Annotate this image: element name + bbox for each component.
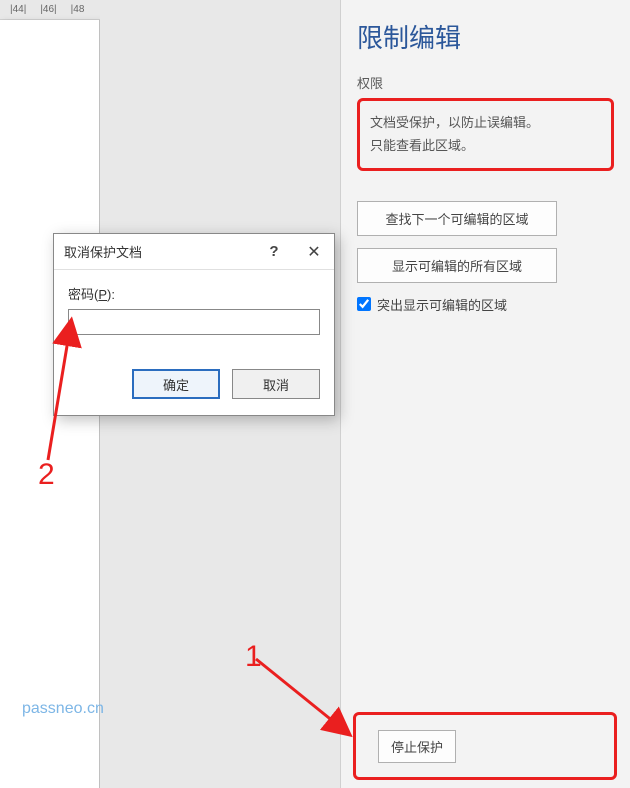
unprotect-dialog: 取消保护文档 ? ✕ 密码(P): 确定 取消	[53, 233, 335, 416]
highlight-editable-checkbox[interactable]	[357, 297, 371, 311]
stop-protection-highlight: 停止保护	[353, 712, 617, 780]
dialog-titlebar[interactable]: 取消保护文档 ? ✕	[54, 234, 334, 270]
password-input[interactable]	[68, 309, 320, 335]
cancel-button[interactable]: 取消	[232, 369, 320, 399]
highlight-editable-checkbox-row[interactable]: 突出显示可编辑的区域	[357, 295, 614, 314]
ruler-tick: |44|	[10, 4, 26, 15]
show-all-editable-button[interactable]: 显示可编辑的所有区域	[357, 248, 557, 283]
watermark: passneo.cn	[22, 700, 104, 718]
stop-protection-button[interactable]: 停止保护	[378, 730, 456, 763]
restrict-editing-panel: 限制编辑 权限 文档受保护，以防止误编辑。 只能查看此区域。 查找下一个可编辑的…	[340, 0, 630, 788]
ruler-tick: |46|	[40, 4, 56, 15]
close-icon[interactable]: ✕	[294, 234, 334, 270]
panel-title: 限制编辑	[357, 18, 614, 55]
password-label: 密码(P):	[68, 284, 320, 303]
permissions-label: 权限	[357, 73, 614, 92]
protection-text-line: 只能查看此区域。	[370, 134, 601, 157]
ok-button[interactable]: 确定	[132, 369, 220, 399]
protection-text-line: 文档受保护，以防止误编辑。	[370, 111, 601, 134]
ruler-tick: |48	[71, 4, 85, 15]
help-icon[interactable]: ?	[254, 234, 294, 270]
protection-message: 文档受保护，以防止误编辑。 只能查看此区域。	[357, 98, 614, 171]
find-next-editable-button[interactable]: 查找下一个可编辑的区域	[357, 201, 557, 236]
highlight-editable-label: 突出显示可编辑的区域	[377, 295, 507, 314]
dialog-title: 取消保护文档	[64, 242, 142, 261]
